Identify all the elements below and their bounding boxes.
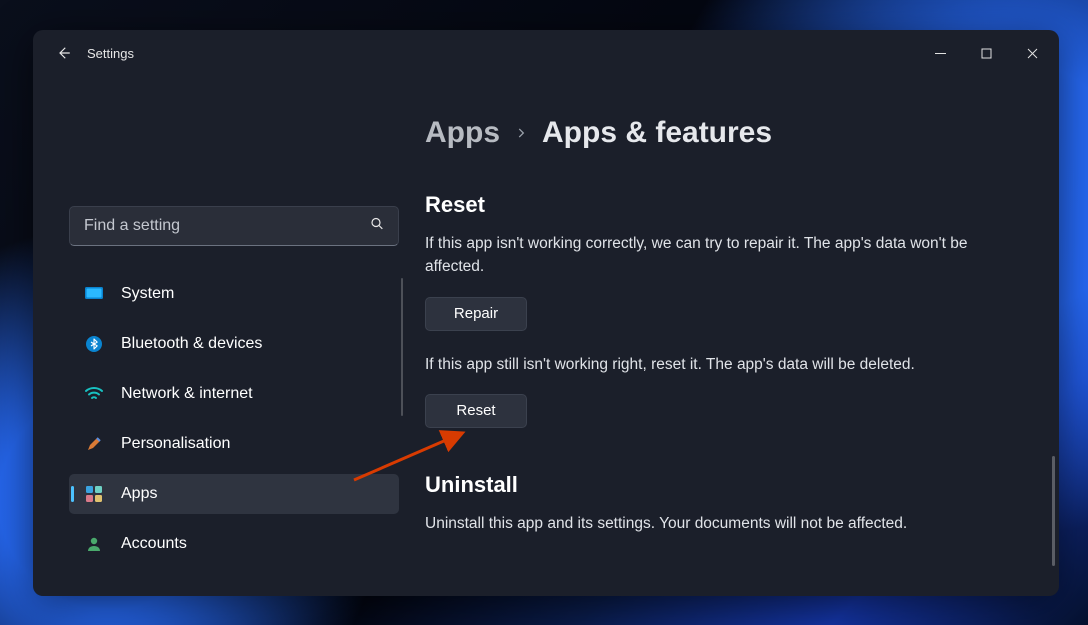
paintbrush-icon bbox=[85, 435, 103, 453]
wifi-icon bbox=[85, 385, 103, 403]
sidebar: System Bluetooth & devices Network & int… bbox=[33, 76, 385, 596]
repair-description: If this app isn't working correctly, we … bbox=[425, 232, 985, 279]
bluetooth-icon bbox=[85, 335, 103, 353]
titlebar: Settings bbox=[33, 30, 1059, 76]
settings-window: Settings bbox=[33, 30, 1059, 596]
breadcrumb-parent[interactable]: Apps bbox=[425, 116, 500, 150]
sidebar-item-label: Personalisation bbox=[121, 435, 230, 453]
window-title: Settings bbox=[87, 46, 134, 61]
uninstall-heading: Uninstall bbox=[425, 472, 1041, 498]
minimize-button[interactable] bbox=[917, 33, 963, 73]
maximize-button[interactable] bbox=[963, 33, 1009, 73]
reset-button[interactable]: Reset bbox=[425, 394, 527, 428]
back-button[interactable] bbox=[47, 37, 79, 69]
close-icon bbox=[1027, 48, 1038, 59]
breadcrumb: Apps Apps & features bbox=[425, 116, 1041, 150]
sidebar-item-system[interactable]: System bbox=[69, 274, 399, 314]
scrollbar-thumb[interactable] bbox=[1052, 456, 1055, 566]
close-button[interactable] bbox=[1009, 33, 1055, 73]
sidebar-item-accounts[interactable]: Accounts bbox=[69, 524, 399, 564]
window-controls bbox=[917, 33, 1055, 73]
breadcrumb-current: Apps & features bbox=[542, 116, 772, 150]
uninstall-description: Uninstall this app and its settings. You… bbox=[425, 512, 985, 535]
sidebar-item-personalisation[interactable]: Personalisation bbox=[69, 424, 399, 464]
sidebar-item-network[interactable]: Network & internet bbox=[69, 374, 399, 414]
sidebar-item-apps[interactable]: Apps bbox=[69, 474, 399, 514]
repair-button[interactable]: Repair bbox=[425, 297, 527, 331]
sidebar-nav: System Bluetooth & devices Network & int… bbox=[69, 274, 399, 564]
reset-heading: Reset bbox=[425, 192, 1041, 218]
search-input[interactable] bbox=[69, 206, 399, 246]
back-arrow-icon bbox=[54, 44, 72, 62]
system-icon bbox=[85, 285, 103, 303]
maximize-icon bbox=[981, 48, 992, 59]
person-icon bbox=[85, 535, 103, 553]
sidebar-item-label: Accounts bbox=[121, 535, 187, 553]
minimize-icon bbox=[935, 48, 946, 59]
chevron-right-icon bbox=[514, 126, 528, 140]
sidebar-item-bluetooth[interactable]: Bluetooth & devices bbox=[69, 324, 399, 364]
sidebar-item-label: Network & internet bbox=[121, 385, 253, 403]
sidebar-item-label: Bluetooth & devices bbox=[121, 335, 262, 353]
apps-icon bbox=[85, 485, 103, 503]
sidebar-item-label: System bbox=[121, 285, 174, 303]
content-pane: Apps Apps & features Reset If this app i… bbox=[385, 76, 1059, 596]
reset-description: If this app still isn't working right, r… bbox=[425, 353, 985, 376]
search-wrap bbox=[69, 206, 399, 246]
sidebar-item-label: Apps bbox=[121, 485, 157, 503]
